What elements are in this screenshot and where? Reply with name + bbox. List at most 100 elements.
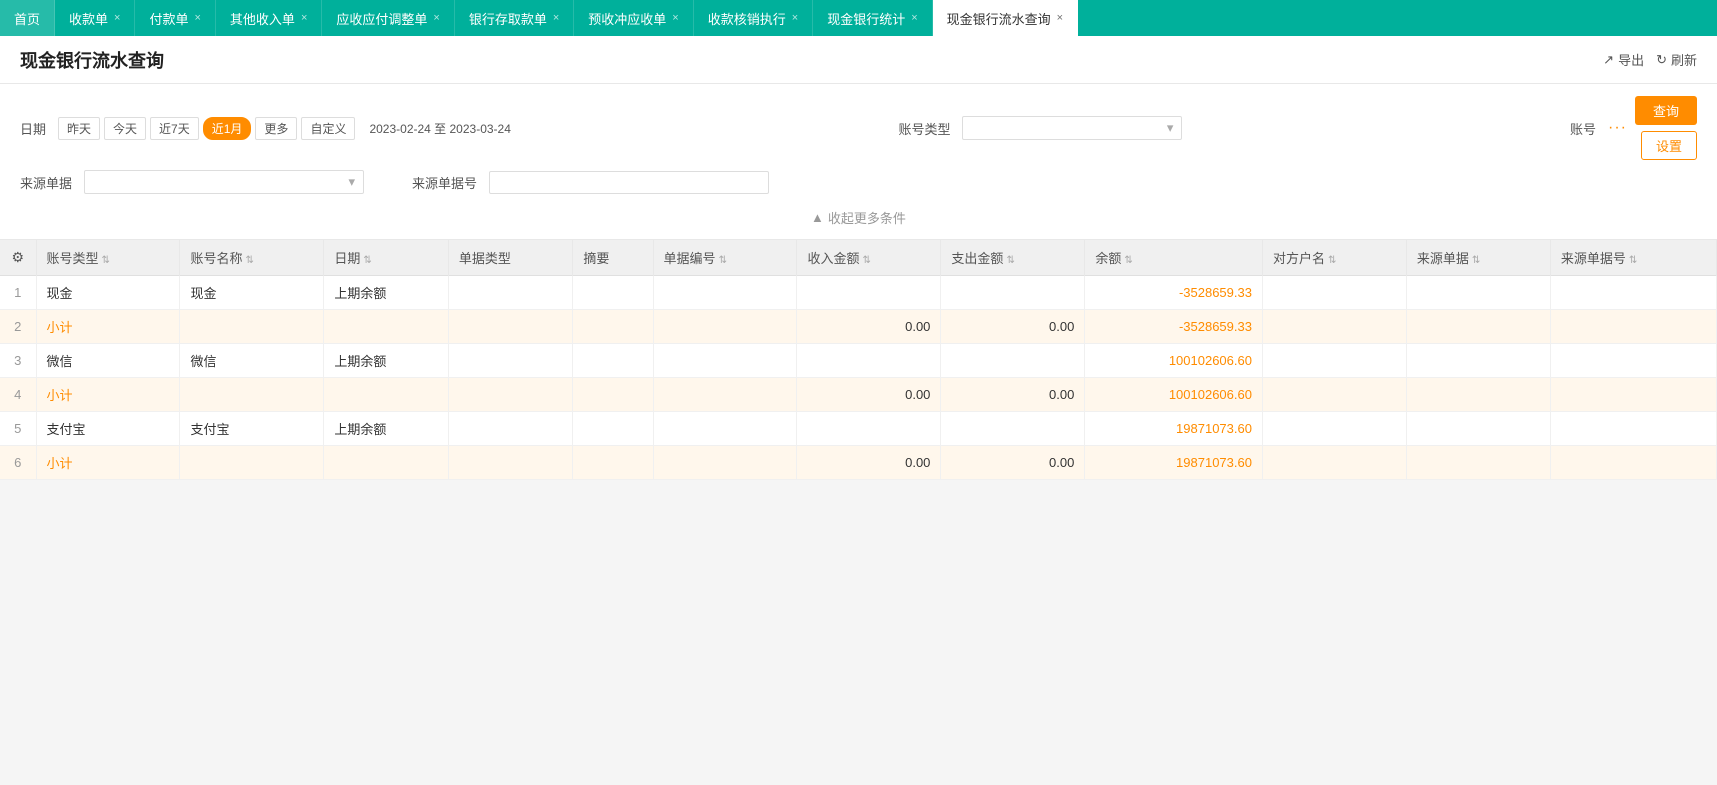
date-btn-5[interactable]: 自定义 xyxy=(301,117,355,140)
nav-item-8[interactable]: 现金银行统计× xyxy=(813,0,932,36)
td-summary xyxy=(573,446,653,480)
source-doc-select[interactable]: ▾ xyxy=(84,170,364,194)
refresh-button[interactable]: ↻ 刷新 xyxy=(1656,50,1697,69)
th-balance[interactable]: 余额⇅ xyxy=(1085,240,1263,276)
th-counterpart[interactable]: 对方户名⇅ xyxy=(1262,240,1406,276)
td-date: 上期余额 xyxy=(324,276,449,310)
sort-icon-balance: ⇅ xyxy=(1124,255,1132,266)
sort-icon-expense: ⇅ xyxy=(1006,255,1014,266)
th-account_type[interactable]: 账号类型⇅ xyxy=(36,240,180,276)
page-title: 现金银行流水查询 xyxy=(20,47,164,73)
nav-item-7[interactable]: 收款核销执行× xyxy=(694,0,813,36)
td-balance: -3528659.33 xyxy=(1085,276,1263,310)
td-gear: 4 xyxy=(0,378,36,412)
td-gear: 2 xyxy=(0,310,36,344)
sort-icon-doc_no: ⇅ xyxy=(719,255,727,266)
account-type-select[interactable]: ▾ xyxy=(962,116,1182,140)
td-summary xyxy=(573,276,653,310)
table-row: 5支付宝支付宝上期余额19871073.60 xyxy=(0,412,1717,446)
collapse-bar[interactable]: ▲ 收起更多条件 xyxy=(20,204,1697,231)
td-account_type: 小计 xyxy=(36,446,180,480)
account-type-chevron-icon: ▾ xyxy=(1167,120,1174,136)
td-account_name xyxy=(180,378,324,412)
nav-item-9[interactable]: 现金银行流水查询× xyxy=(933,0,1078,36)
td-counterpart xyxy=(1262,446,1406,480)
th-doc_no[interactable]: 单据编号⇅ xyxy=(653,240,797,276)
source-doc-filter-group: 来源单据 ▾ xyxy=(20,170,364,194)
td-counterpart xyxy=(1262,344,1406,378)
date-btn-0[interactable]: 昨天 xyxy=(58,117,100,140)
nav-close-icon-3[interactable]: × xyxy=(301,12,307,24)
export-icon: ↗ xyxy=(1603,52,1614,68)
td-income: 0.00 xyxy=(797,310,941,344)
td-expense xyxy=(941,344,1085,378)
settings-button[interactable]: 设置 xyxy=(1641,131,1697,160)
td-gear: 5 xyxy=(0,412,36,446)
td-balance: -3528659.33 xyxy=(1085,310,1263,344)
nav-close-icon-6[interactable]: × xyxy=(672,12,678,24)
td-date: 上期余额 xyxy=(324,344,449,378)
nav-close-icon-4[interactable]: × xyxy=(433,12,439,24)
sort-icon-counterpart: ⇅ xyxy=(1328,255,1336,266)
sort-icon-account_name: ⇅ xyxy=(245,255,253,266)
nav-close-icon-8[interactable]: × xyxy=(911,12,917,24)
table-body: 1现金现金上期余额-3528659.332小计0.000.00-3528659.… xyxy=(0,276,1717,480)
td-income: 0.00 xyxy=(797,378,941,412)
source-doc-chevron-icon: ▾ xyxy=(348,174,355,190)
th-source_doc[interactable]: 来源单据⇅ xyxy=(1406,240,1550,276)
table-header-row: ⚙账号类型⇅账号名称⇅日期⇅单据类型摘要单据编号⇅收入金额⇅支出金额⇅余额⇅对方… xyxy=(0,240,1717,276)
th-doc_type: 单据类型 xyxy=(448,240,573,276)
date-btn-1[interactable]: 今天 xyxy=(104,117,146,140)
collapse-label: 收起更多条件 xyxy=(828,208,906,227)
export-button[interactable]: ↗ 导出 xyxy=(1603,50,1644,69)
date-btn-3[interactable]: 近1月 xyxy=(203,117,252,140)
sort-icon-source_doc_no: ⇅ xyxy=(1629,255,1637,266)
header-actions: ↗ 导出 ↻ 刷新 xyxy=(1603,50,1697,69)
nav-item-1[interactable]: 收款单× xyxy=(55,0,135,36)
td-summary xyxy=(573,412,653,446)
td-income xyxy=(797,276,941,310)
filter-row-source: 来源单据 ▾ 来源单据号 xyxy=(20,170,1697,194)
table-row: 4小计0.000.00100102606.60 xyxy=(0,378,1717,412)
th-source_doc_no[interactable]: 来源单据号⇅ xyxy=(1550,240,1716,276)
td-source_doc xyxy=(1406,344,1550,378)
collapse-up-icon: ▲ xyxy=(811,210,824,225)
th-expense[interactable]: 支出金额⇅ xyxy=(941,240,1085,276)
td-counterpart xyxy=(1262,378,1406,412)
td-account_name xyxy=(180,446,324,480)
td-date: 上期余额 xyxy=(324,412,449,446)
td-balance: 100102606.60 xyxy=(1085,344,1263,378)
nav-close-icon-1[interactable]: × xyxy=(114,12,120,24)
source-doc-no-filter-group: 来源单据号 xyxy=(412,171,769,194)
table-row: 1现金现金上期余额-3528659.33 xyxy=(0,276,1717,310)
td-source_doc xyxy=(1406,276,1550,310)
account-ellipsis-btn[interactable]: ··· xyxy=(1608,119,1627,137)
nav-item-5[interactable]: 银行存取款单× xyxy=(455,0,574,36)
account-type-value xyxy=(971,121,975,136)
nav-item-2[interactable]: 付款单× xyxy=(135,0,215,36)
table-row: 2小计0.000.00-3528659.33 xyxy=(0,310,1717,344)
query-button[interactable]: 查询 xyxy=(1635,96,1697,125)
account-type-filter-group: 账号类型 ▾ xyxy=(898,116,1182,140)
td-doc_no xyxy=(653,412,797,446)
nav-item-3[interactable]: 其他收入单× xyxy=(216,0,322,36)
td-expense xyxy=(941,276,1085,310)
gear-icon[interactable]: ⚙ xyxy=(11,249,24,265)
source-doc-no-input[interactable] xyxy=(489,171,769,194)
td-balance: 19871073.60 xyxy=(1085,446,1263,480)
filter-area: 日期 昨天今天近7天近1月更多自定义 2023-02-24 至 2023-03-… xyxy=(0,84,1717,240)
nav-item-0[interactable]: 首页 xyxy=(0,0,55,36)
date-btn-4[interactable]: 更多 xyxy=(255,117,297,140)
td-account_type: 微信 xyxy=(36,344,180,378)
date-btn-2[interactable]: 近7天 xyxy=(150,117,199,140)
nav-close-icon-7[interactable]: × xyxy=(792,12,798,24)
date-buttons: 昨天今天近7天近1月更多自定义 xyxy=(58,117,355,140)
th-account_name[interactable]: 账号名称⇅ xyxy=(180,240,324,276)
nav-close-icon-5[interactable]: × xyxy=(553,12,559,24)
nav-close-icon-2[interactable]: × xyxy=(194,12,200,24)
nav-item-6[interactable]: 预收冲应收单× xyxy=(574,0,693,36)
th-date[interactable]: 日期⇅ xyxy=(324,240,449,276)
th-income[interactable]: 收入金额⇅ xyxy=(797,240,941,276)
nav-item-4[interactable]: 应收应付调整单× xyxy=(322,0,454,36)
nav-close-icon-9[interactable]: × xyxy=(1057,12,1063,24)
